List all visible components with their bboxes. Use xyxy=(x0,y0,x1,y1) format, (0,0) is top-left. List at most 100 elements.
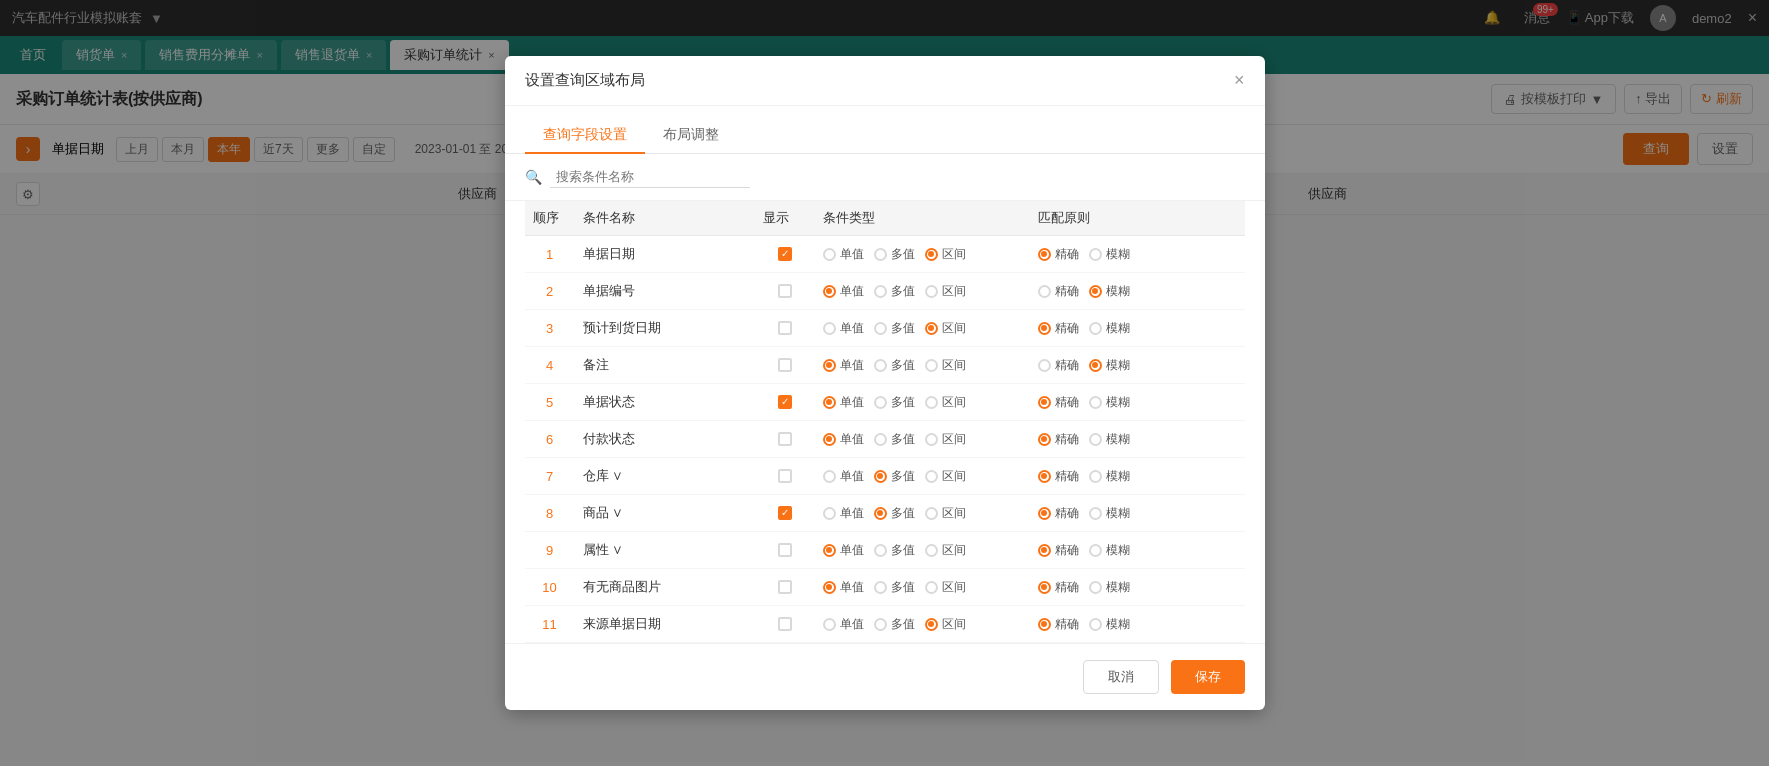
radio-circle-7 xyxy=(925,507,938,520)
type-option-单值-2[interactable]: 单值 xyxy=(823,320,864,337)
type-option-区间-8[interactable]: 区间 xyxy=(925,542,966,559)
radio-circle-5 xyxy=(823,433,836,446)
match-option-精确-0[interactable]: 精确 xyxy=(1038,246,1079,263)
type-option-多值-3[interactable]: 多值 xyxy=(874,357,915,374)
match-option-模糊-7[interactable]: 模糊 xyxy=(1089,505,1130,522)
match-option-模糊-4[interactable]: 模糊 xyxy=(1089,394,1130,411)
modal-tab-fields[interactable]: 查询字段设置 xyxy=(525,118,645,154)
checkbox-8[interactable] xyxy=(778,543,792,557)
match-option-精确-5[interactable]: 精确 xyxy=(1038,431,1079,448)
match-option-精确-9[interactable]: 精确 xyxy=(1038,579,1079,596)
checkbox-2[interactable] xyxy=(778,321,792,335)
match-circle-6 xyxy=(1089,470,1102,483)
type-option-单值-0[interactable]: 单值 xyxy=(823,246,864,263)
row-display-10[interactable] xyxy=(755,617,815,631)
row-display-1[interactable] xyxy=(755,284,815,298)
type-option-单值-5[interactable]: 单值 xyxy=(823,431,864,448)
type-option-单值-4[interactable]: 单值 xyxy=(823,394,864,411)
type-option-多值-10[interactable]: 多值 xyxy=(874,616,915,633)
checkbox-10[interactable] xyxy=(778,617,792,631)
type-option-单值-3[interactable]: 单值 xyxy=(823,357,864,374)
cancel-button[interactable]: 取消 xyxy=(1083,660,1159,694)
type-option-区间-5[interactable]: 区间 xyxy=(925,431,966,448)
match-option-精确-6[interactable]: 精确 xyxy=(1038,468,1079,485)
type-option-多值-2[interactable]: 多值 xyxy=(874,320,915,337)
type-option-区间-1[interactable]: 区间 xyxy=(925,283,966,300)
match-option-精确-1[interactable]: 精确 xyxy=(1038,283,1079,300)
save-button[interactable]: 保存 xyxy=(1171,660,1245,694)
match-option-精确-8[interactable]: 精确 xyxy=(1038,542,1079,559)
modal-close-button[interactable]: × xyxy=(1234,70,1245,91)
row-order-6: 7 xyxy=(525,469,575,484)
type-option-区间-4[interactable]: 区间 xyxy=(925,394,966,411)
radio-circle-8 xyxy=(874,544,887,557)
checkbox-7[interactable] xyxy=(778,506,792,520)
match-option-精确-7[interactable]: 精确 xyxy=(1038,505,1079,522)
checkbox-4[interactable] xyxy=(778,395,792,409)
checkbox-3[interactable] xyxy=(778,358,792,372)
match-option-模糊-5[interactable]: 模糊 xyxy=(1089,431,1130,448)
row-display-9[interactable] xyxy=(755,580,815,594)
radio-circle-10 xyxy=(925,618,938,631)
type-option-区间-9[interactable]: 区间 xyxy=(925,579,966,596)
match-option-模糊-10[interactable]: 模糊 xyxy=(1089,616,1130,633)
type-option-多值-7[interactable]: 多值 xyxy=(874,505,915,522)
row-display-3[interactable] xyxy=(755,358,815,372)
checkbox-6[interactable] xyxy=(778,469,792,483)
match-option-模糊-2[interactable]: 模糊 xyxy=(1089,320,1130,337)
type-option-区间-2[interactable]: 区间 xyxy=(925,320,966,337)
checkbox-5[interactable] xyxy=(778,432,792,446)
type-option-区间-10[interactable]: 区间 xyxy=(925,616,966,633)
match-option-精确-10[interactable]: 精确 xyxy=(1038,616,1079,633)
checkbox-1[interactable] xyxy=(778,284,792,298)
type-option-区间-7[interactable]: 区间 xyxy=(925,505,966,522)
type-option-多值-9[interactable]: 多值 xyxy=(874,579,915,596)
row-display-2[interactable] xyxy=(755,321,815,335)
radio-circle-1 xyxy=(823,285,836,298)
modal-tab-layout[interactable]: 布局调整 xyxy=(645,118,737,154)
type-option-多值-4[interactable]: 多值 xyxy=(874,394,915,411)
match-option-模糊-3[interactable]: 模糊 xyxy=(1089,357,1130,374)
radio-circle-3 xyxy=(925,359,938,372)
match-option-模糊-0[interactable]: 模糊 xyxy=(1089,246,1130,263)
match-option-模糊-6[interactable]: 模糊 xyxy=(1089,468,1130,485)
row-display-8[interactable] xyxy=(755,543,815,557)
type-option-单值-8[interactable]: 单值 xyxy=(823,542,864,559)
type-option-单值-7[interactable]: 单值 xyxy=(823,505,864,522)
row-order-10: 11 xyxy=(525,617,575,632)
match-option-精确-4[interactable]: 精确 xyxy=(1038,394,1079,411)
type-option-单值-10[interactable]: 单值 xyxy=(823,616,864,633)
type-option-多值-5[interactable]: 多值 xyxy=(874,431,915,448)
row-match-10: 精确模糊 xyxy=(1030,616,1245,633)
row-display-5[interactable] xyxy=(755,432,815,446)
checkbox-9[interactable] xyxy=(778,580,792,594)
match-option-模糊-9[interactable]: 模糊 xyxy=(1089,579,1130,596)
match-option-精确-2[interactable]: 精确 xyxy=(1038,320,1079,337)
type-option-多值-0[interactable]: 多值 xyxy=(874,246,915,263)
match-circle-4 xyxy=(1038,396,1051,409)
type-option-区间-0[interactable]: 区间 xyxy=(925,246,966,263)
row-display-7[interactable] xyxy=(755,506,815,520)
type-option-区间-6[interactable]: 区间 xyxy=(925,468,966,485)
checkbox-0[interactable] xyxy=(778,247,792,261)
match-option-模糊-8[interactable]: 模糊 xyxy=(1089,542,1130,559)
type-option-单值-9[interactable]: 单值 xyxy=(823,579,864,596)
row-display-0[interactable] xyxy=(755,247,815,261)
type-option-单值-6[interactable]: 单值 xyxy=(823,468,864,485)
row-type-7: 单值多值区间 xyxy=(815,505,1030,522)
th-display: 显示 xyxy=(755,209,815,227)
type-option-多值-6[interactable]: 多值 xyxy=(874,468,915,485)
row-match-9: 精确模糊 xyxy=(1030,579,1245,596)
match-option-精确-3[interactable]: 精确 xyxy=(1038,357,1079,374)
row-display-4[interactable] xyxy=(755,395,815,409)
type-option-单值-1[interactable]: 单值 xyxy=(823,283,864,300)
type-option-多值-8[interactable]: 多值 xyxy=(874,542,915,559)
type-option-区间-3[interactable]: 区间 xyxy=(925,357,966,374)
search-input[interactable] xyxy=(550,166,750,188)
row-type-8: 单值多值区间 xyxy=(815,542,1030,559)
row-display-6[interactable] xyxy=(755,469,815,483)
radio-circle-6 xyxy=(823,470,836,483)
match-option-模糊-1[interactable]: 模糊 xyxy=(1089,283,1130,300)
table-row: 9属性 ∨单值多值区间精确模糊 xyxy=(525,532,1245,569)
type-option-多值-1[interactable]: 多值 xyxy=(874,283,915,300)
